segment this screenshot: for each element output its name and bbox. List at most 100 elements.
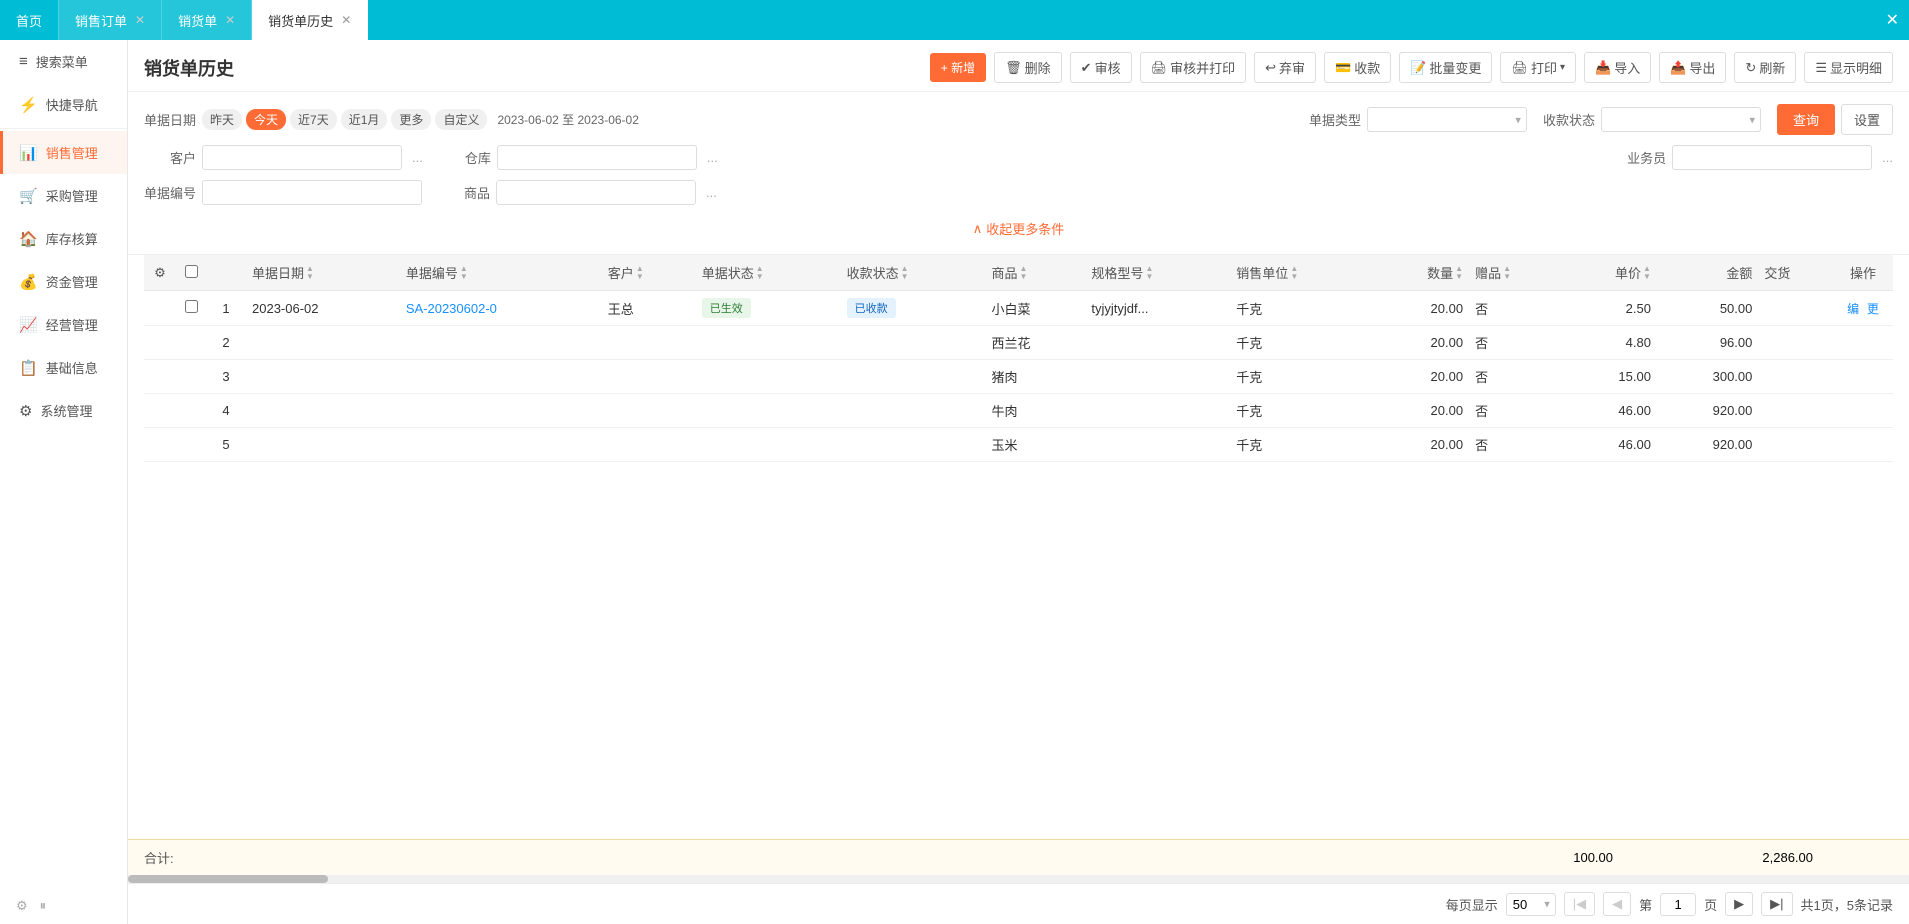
print-button[interactable]: 🖨 打印 ▾ (1500, 52, 1576, 83)
collapse-button[interactable]: ∧ 收起更多条件 (144, 215, 1893, 242)
cell-num-1: 1 (206, 291, 246, 326)
row-1-checkbox[interactable] (185, 300, 198, 313)
select-all-checkbox[interactable] (185, 265, 198, 278)
page-number-input[interactable] (1660, 893, 1696, 916)
tab-sales-goods[interactable]: 销货单 ✕ (162, 0, 252, 40)
customer-dots[interactable]: ... (412, 150, 423, 165)
scroll-thumb[interactable] (128, 875, 328, 883)
sort-date[interactable]: 单据日期 ▲▼ (252, 263, 314, 282)
batch-change-button[interactable]: 📝 批量变更 (1399, 52, 1492, 83)
search-menu-icon: ≡ (19, 53, 28, 70)
col-doc-status[interactable]: 单据状态 ▲▼ (696, 255, 841, 291)
sort-spec[interactable]: 规格型号 ▲▼ (1091, 263, 1153, 282)
chip-today[interactable]: 今天 (246, 109, 286, 130)
new-button[interactable]: + 新增 (930, 53, 986, 82)
table-scroll-bar[interactable] (128, 875, 1909, 883)
sidebar-item-search-menu[interactable]: ≡ 搜索菜单 (0, 40, 127, 83)
chip-7days[interactable]: 近7天 (290, 109, 337, 130)
sort-customer[interactable]: 客户 ▲▼ (608, 263, 644, 282)
export-button[interactable]: 📤 导出 (1659, 52, 1726, 83)
per-page-select[interactable]: 50 100 200 (1506, 893, 1556, 916)
warehouse-dots[interactable]: ... (707, 150, 718, 165)
sidebar-item-search-menu-label: 搜索菜单 (36, 52, 88, 71)
sidebar-item-sales-mgmt[interactable]: 📊 销售管理 (0, 131, 127, 174)
tab-sales-order[interactable]: 销售订单 ✕ (59, 0, 162, 40)
col-gift[interactable]: 赠品 ▲▼ (1469, 255, 1563, 291)
sort-gift[interactable]: 赠品 ▲▼ (1475, 263, 1511, 282)
query-button[interactable]: 查询 (1777, 104, 1835, 135)
pay-status-select[interactable] (1601, 107, 1761, 132)
home-tab[interactable]: 首页 (0, 0, 59, 40)
sidebar-item-quick-nav[interactable]: ⚡ 快捷导航 (0, 83, 127, 126)
sidebar-item-purchase-mgmt-label: 采购管理 (46, 186, 98, 205)
first-page-button[interactable]: |◀ (1564, 892, 1595, 916)
prev-page-button[interactable]: ◀ (1603, 892, 1631, 916)
review-button[interactable]: ✔ 审核 (1070, 52, 1132, 83)
sort-qty[interactable]: 数量 ▲▼ (1427, 263, 1463, 282)
doc-type-select[interactable] (1367, 107, 1527, 132)
tab-sales-history-close[interactable]: ✕ (341, 13, 351, 27)
abandon-button[interactable]: ↩ 弃审 (1254, 52, 1316, 83)
sidebar-settings-icon[interactable]: ⚙ (16, 898, 28, 914)
cell-spec-3 (1085, 360, 1230, 394)
chip-custom[interactable]: 自定义 (435, 109, 487, 130)
chip-yesterday[interactable]: 昨天 (202, 109, 242, 130)
sort-doc-no[interactable]: 单据编号 ▲▼ (406, 263, 468, 282)
tab-sales-order-close[interactable]: ✕ (135, 13, 145, 27)
doc-no-input[interactable] (202, 180, 422, 205)
collect-button[interactable]: 💳 收款 (1324, 52, 1391, 83)
sidebar-item-purchase-mgmt[interactable]: 🛒 采购管理 (0, 174, 127, 217)
col-price[interactable]: 单价 ▲▼ (1563, 255, 1657, 291)
cell-doc-no-4 (400, 394, 602, 428)
cell-goods-4: 牛肉 (985, 394, 1085, 428)
sidebar-item-stock-calc[interactable]: 🏠 库存核算 (0, 217, 127, 260)
staff-dots[interactable]: ... (1882, 150, 1893, 165)
staff-input[interactable] (1672, 145, 1872, 170)
goods-input[interactable] (496, 180, 696, 205)
col-pay-status[interactable]: 收款状态 ▲▼ (841, 255, 986, 291)
edit-btn-1[interactable]: 编 (1847, 302, 1859, 316)
col-spec[interactable]: 规格型号 ▲▼ (1085, 255, 1230, 291)
tab-sales-history[interactable]: 销货单历史 ✕ (252, 0, 368, 40)
col-goods[interactable]: 商品 ▲▼ (985, 255, 1085, 291)
more-btn-1[interactable]: 更 (1867, 302, 1879, 316)
sort-unit[interactable]: 销售单位 ▲▼ (1236, 263, 1298, 282)
sidebar-item-quick-nav-label: 快捷导航 (46, 95, 98, 114)
sort-doc-status[interactable]: 单据状态 ▲▼ (702, 263, 764, 282)
chip-1month[interactable]: 近1月 (341, 109, 388, 130)
goods-dots[interactable]: ... (706, 185, 717, 200)
sort-pay-status[interactable]: 收款状态 ▲▼ (847, 263, 909, 282)
import-button[interactable]: 📥 导入 (1584, 52, 1651, 83)
cell-gift-4: 否 (1469, 394, 1563, 428)
tab-sales-goods-close[interactable]: ✕ (225, 13, 235, 27)
col-unit[interactable]: 销售单位 ▲▼ (1230, 255, 1375, 291)
last-page-button[interactable]: ▶| (1761, 892, 1792, 916)
warehouse-input[interactable] (497, 145, 697, 170)
review-print-button[interactable]: 🖨 审核并打印 (1140, 52, 1247, 83)
sidebar-item-sys-mgmt[interactable]: ⚙ 系统管理 (0, 389, 127, 432)
refresh-button[interactable]: ↻ 刷新 (1734, 52, 1796, 83)
cell-doc-no-1: SA-20230602-0 (400, 291, 602, 326)
col-doc-no[interactable]: 单据编号 ▲▼ (400, 255, 602, 291)
sidebar-item-fund-mgmt[interactable]: 💰 资金管理 (0, 260, 127, 303)
chip-more[interactable]: 更多 (391, 109, 431, 130)
next-page-button[interactable]: ▶ (1725, 892, 1753, 916)
doc-no-link-1[interactable]: SA-20230602-0 (406, 301, 497, 316)
sidebar-item-basic-info[interactable]: 📋 基础信息 (0, 346, 127, 389)
settings-button[interactable]: 设置 (1841, 104, 1893, 135)
cell-unit-5: 千克 (1230, 428, 1375, 462)
col-qty[interactable]: 数量 ▲▼ (1375, 255, 1469, 291)
sidebar-collapse-icon[interactable]: ⏸ (40, 898, 47, 914)
close-all-button[interactable]: ✕ (1886, 10, 1899, 30)
sort-goods[interactable]: 商品 ▲▼ (991, 263, 1027, 282)
col-date[interactable]: 单据日期 ▲▼ (246, 255, 400, 291)
footer-end-spacer (1813, 850, 1893, 865)
customer-input[interactable] (202, 145, 402, 170)
sort-price[interactable]: 单价 ▲▼ (1615, 263, 1651, 282)
col-gear[interactable]: ⚙ (144, 255, 176, 291)
delete-button[interactable]: 🗑 删除 (994, 52, 1062, 83)
show-detail-button[interactable]: ☰ 显示明细 (1804, 52, 1893, 83)
cell-date-4 (246, 394, 400, 428)
sidebar-item-ops-mgmt[interactable]: 📈 经营管理 (0, 303, 127, 346)
col-customer[interactable]: 客户 ▲▼ (602, 255, 696, 291)
